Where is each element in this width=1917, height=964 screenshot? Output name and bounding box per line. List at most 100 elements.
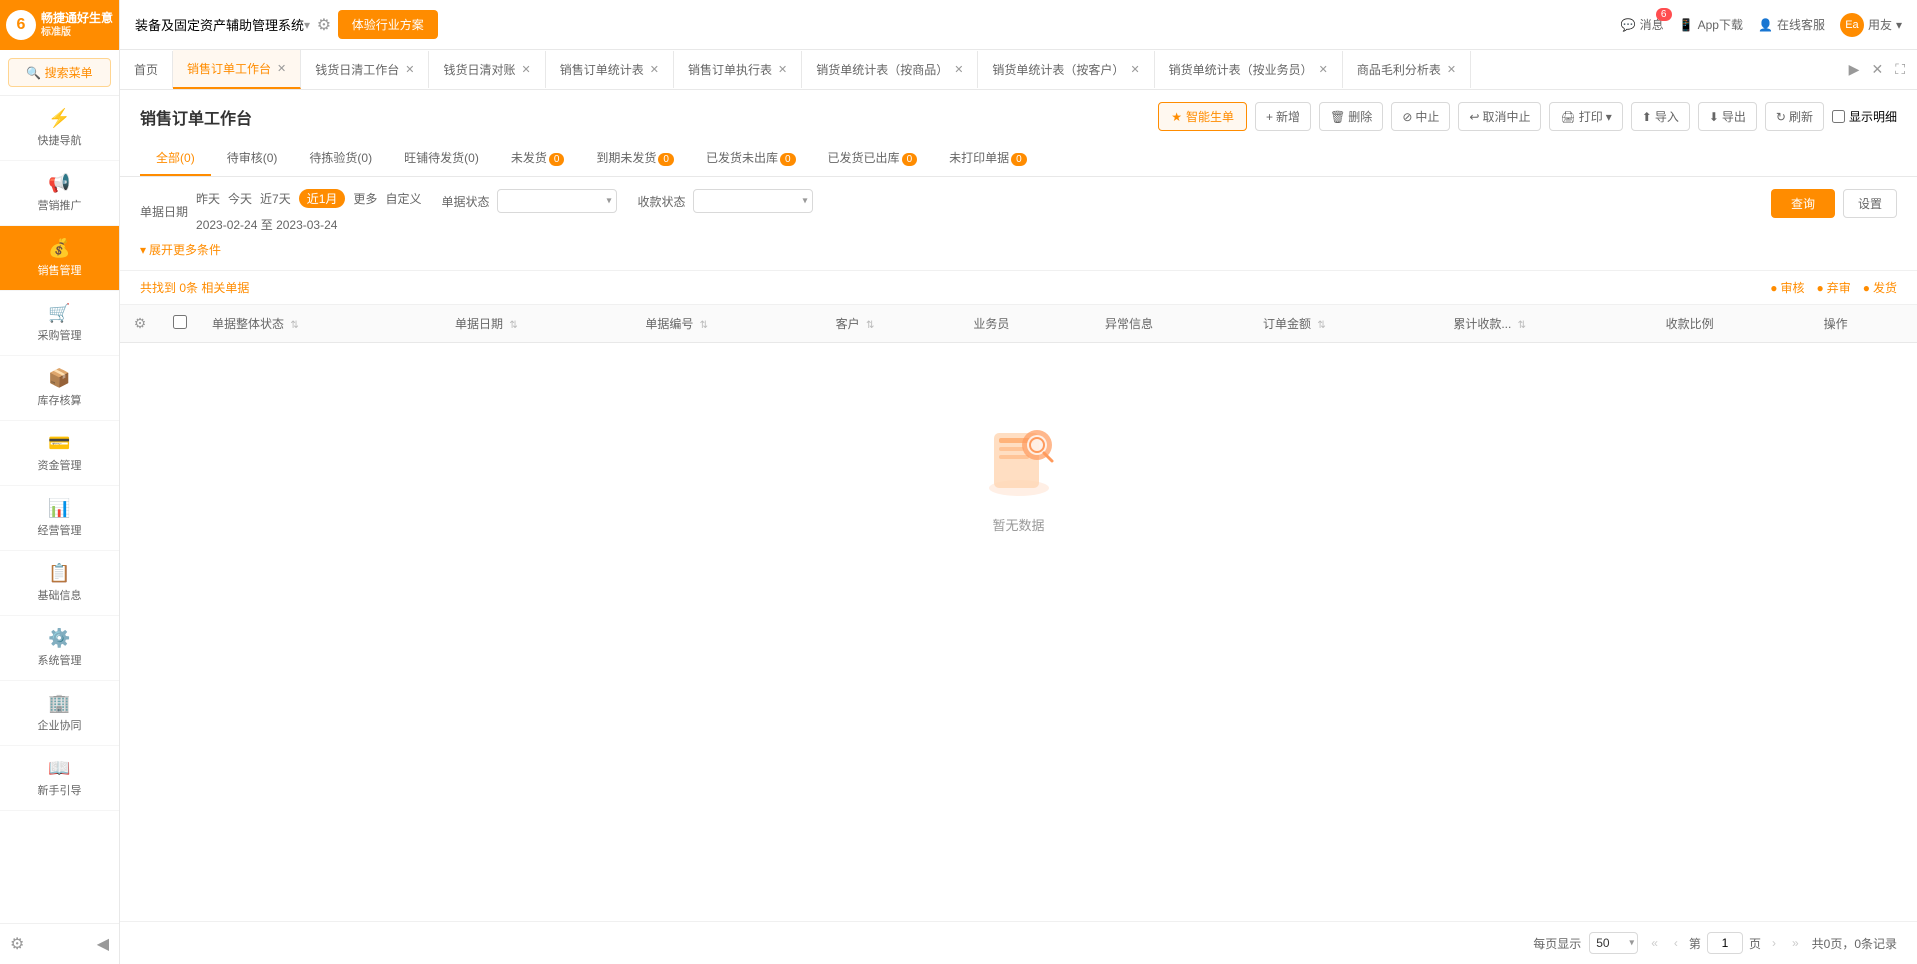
user-menu[interactable]: Ea 用友 ▾ [1840, 13, 1902, 37]
tab-maximize-icon[interactable]: ⛶ [1891, 59, 1909, 80]
tab-close-sales-exec[interactable]: ✕ [778, 63, 787, 76]
tab-scroll-right-icon[interactable]: ▶ [1845, 59, 1864, 80]
tab-sales-stat[interactable]: 销售订单统计表 ✕ [546, 51, 674, 88]
tab-close-goods-margin[interactable]: ✕ [1447, 63, 1456, 76]
tab-close-all-icon[interactable]: ✕ [1867, 59, 1887, 80]
sidebar-item-marketing[interactable]: 📢 营销推广 [0, 161, 119, 226]
tab-close-sales-summary-customer[interactable]: ✕ [1130, 63, 1139, 76]
industry-btn[interactable]: 体验行业方案 [338, 10, 438, 39]
stop-icon: ⊘ [1402, 110, 1412, 124]
sidebar-item-guide[interactable]: 📖 新手引导 [0, 746, 119, 811]
sort-customer-icon[interactable]: ⇅ [866, 320, 874, 331]
page-size-select[interactable]: 50 10 20 100 [1589, 932, 1638, 954]
sidebar-item-finance[interactable]: 💳 资金管理 [0, 421, 119, 486]
tab-sales-workbench[interactable]: 销售订单工作台 ✕ [173, 50, 301, 89]
first-page-button[interactable]: « [1646, 934, 1663, 952]
tab-sales-exec[interactable]: 销售订单执行表 ✕ [674, 51, 802, 88]
sidebar-item-purchase[interactable]: 🛒 采购管理 [0, 291, 119, 356]
app-download-action[interactable]: 📱 App下载 [1679, 16, 1743, 33]
filter-date-item: 单据日期 昨天 今天 近7天 近1月 更多 自定义 2023-02-24 至 2… [140, 189, 421, 233]
stop-button[interactable]: ⊘ 中止 [1391, 102, 1450, 131]
sidebar-item-operations[interactable]: 📊 经营管理 [0, 486, 119, 551]
next-page-button[interactable]: › [1767, 934, 1781, 952]
page-number-input[interactable] [1707, 932, 1743, 954]
tab-close-sales-stat[interactable]: ✕ [650, 63, 659, 76]
query-button[interactable]: 查询 [1771, 189, 1835, 218]
review-action[interactable]: ● 审核 [1770, 279, 1804, 296]
date-opt-today[interactable]: 今天 [228, 190, 252, 207]
tab-sales-summary-staff[interactable]: 销货单统计表（按业务员） ✕ [1155, 51, 1343, 88]
message-action[interactable]: 💬 消息 6 [1621, 16, 1664, 33]
sidebar-item-system[interactable]: ⚙️ 系统管理 [0, 616, 119, 681]
online-service-action[interactable]: 👤 在线客服 [1758, 16, 1825, 33]
date-opt-more[interactable]: 更多 [353, 190, 377, 207]
subtab-expired-not-shipped[interactable]: 到期未发货0 [580, 141, 690, 176]
sidebar-item-sales[interactable]: 💰 销售管理 [0, 226, 119, 291]
tab-close-sales-summary-product[interactable]: ✕ [954, 63, 963, 76]
page-header: 销售订单工作台 ★ 智能生单 + 新增 🗑 删除 ⊘ 中止 [120, 90, 1917, 131]
ship-action[interactable]: ● 发货 [1863, 279, 1897, 296]
tab-close-sales-workbench[interactable]: ✕ [277, 62, 286, 75]
expand-filter-button[interactable]: ▾ 展开更多条件 [140, 241, 1897, 258]
payment-select[interactable] [693, 189, 813, 213]
date-opt-custom[interactable]: 自定义 [385, 190, 421, 207]
export-button[interactable]: ⬇ 导出 [1698, 102, 1757, 131]
tab-sales-summary-product[interactable]: 销货单统计表（按商品） ✕ [802, 51, 978, 88]
settings-icon[interactable]: ⚙ [10, 934, 24, 954]
select-all-checkbox[interactable] [173, 315, 187, 329]
sidebar-item-quick-nav[interactable]: ⚡ 快捷导航 [0, 96, 119, 161]
delete-button[interactable]: 🗑 删除 [1319, 102, 1383, 131]
subtab-pending-inspect[interactable]: 待拣验货(0) [293, 141, 388, 176]
add-button[interactable]: + 新增 [1255, 102, 1311, 131]
subtab-shipped-not-warehoused[interactable]: 已发货未出库0 [690, 141, 812, 176]
tab-goods-margin[interactable]: 商品毛利分析表 ✕ [1343, 51, 1471, 88]
page-size-label: 每页显示 [1533, 935, 1581, 952]
sidebar-item-inventory[interactable]: 📦 库存核算 [0, 356, 119, 421]
set-button[interactable]: 设置 [1843, 189, 1897, 218]
smart-generate-button[interactable]: ★ 智能生单 [1158, 102, 1247, 131]
sidebar-item-enterprise[interactable]: 🏢 企业协同 [0, 681, 119, 746]
sort-number-icon[interactable]: ⇅ [700, 320, 708, 331]
sort-amount-icon[interactable]: ⇅ [1317, 320, 1325, 331]
sort-status-icon[interactable]: ⇅ [290, 320, 298, 331]
show-detail-checkbox-wrap[interactable]: 显示明细 [1832, 108, 1897, 125]
settings-gear-icon[interactable]: ⚙ [317, 15, 331, 35]
prev-page-button[interactable]: ‹ [1669, 934, 1683, 952]
refresh-button[interactable]: ↻ 刷新 [1765, 102, 1824, 131]
table-wrap: ⚙ 单据整体状态 ⇅ 单据日期 ⇅ [120, 305, 1917, 594]
subtab-pending-review[interactable]: 待审核(0) [211, 141, 294, 176]
subtab-not-printed[interactable]: 未打印单据0 [933, 141, 1043, 176]
sidebar-item-basic-info[interactable]: 📋 基础信息 [0, 551, 119, 616]
date-opt-yesterday[interactable]: 昨天 [196, 190, 220, 207]
purchase-icon: 🛒 [48, 303, 70, 324]
tab-close-cash-reconcile[interactable]: ✕ [522, 63, 531, 76]
last-page-button[interactable]: » [1787, 934, 1804, 952]
subtab-not-shipped[interactable]: 未发货0 [495, 141, 581, 176]
cancel-stop-button[interactable]: ↩ 取消中止 [1458, 102, 1541, 131]
search-menu-button[interactable]: 🔍 搜索菜单 [8, 58, 111, 87]
print-button[interactable]: 🖨 打印 ▾ [1549, 102, 1622, 131]
status-select[interactable] [497, 189, 617, 213]
subtab-wangpu-pending[interactable]: 旺铺待发货(0) [388, 141, 495, 176]
cancel-review-action[interactable]: ● 弃审 [1816, 279, 1850, 296]
sort-date-icon[interactable]: ⇅ [509, 320, 517, 331]
enterprise-icon: 🏢 [48, 693, 70, 714]
tab-close-sales-summary-staff[interactable]: ✕ [1319, 63, 1328, 76]
tab-cash-reconcile[interactable]: 钱货日清对账 ✕ [429, 51, 545, 88]
system-dropdown-icon[interactable]: ▾ [304, 18, 310, 32]
tab-cash-daily[interactable]: 钱货日清工作台 ✕ [301, 51, 429, 88]
tab-sales-summary-customer[interactable]: 销货单统计表（按客户） ✕ [978, 51, 1154, 88]
tab-home[interactable]: 首页 [120, 51, 173, 88]
show-detail-checkbox[interactable] [1832, 110, 1845, 123]
subtab-shipped-warehoused[interactable]: 已发货已出库0 [812, 141, 934, 176]
date-opt-7days[interactable]: 近7天 [260, 190, 291, 207]
column-config-icon[interactable]: ⚙ [134, 315, 147, 331]
tabbar-controls: ▶ ✕ ⛶ [1837, 59, 1917, 80]
collapse-icon[interactable]: ◀ [97, 934, 109, 954]
tab-close-cash-daily[interactable]: ✕ [405, 63, 414, 76]
sort-collected-icon[interactable]: ⇅ [1518, 320, 1526, 331]
expired-not-shipped-badge: 0 [658, 153, 674, 166]
import-button[interactable]: ⬆ 导入 [1631, 102, 1690, 131]
date-opt-1month[interactable]: 近1月 [299, 189, 346, 208]
subtab-all[interactable]: 全部(0) [140, 141, 211, 176]
